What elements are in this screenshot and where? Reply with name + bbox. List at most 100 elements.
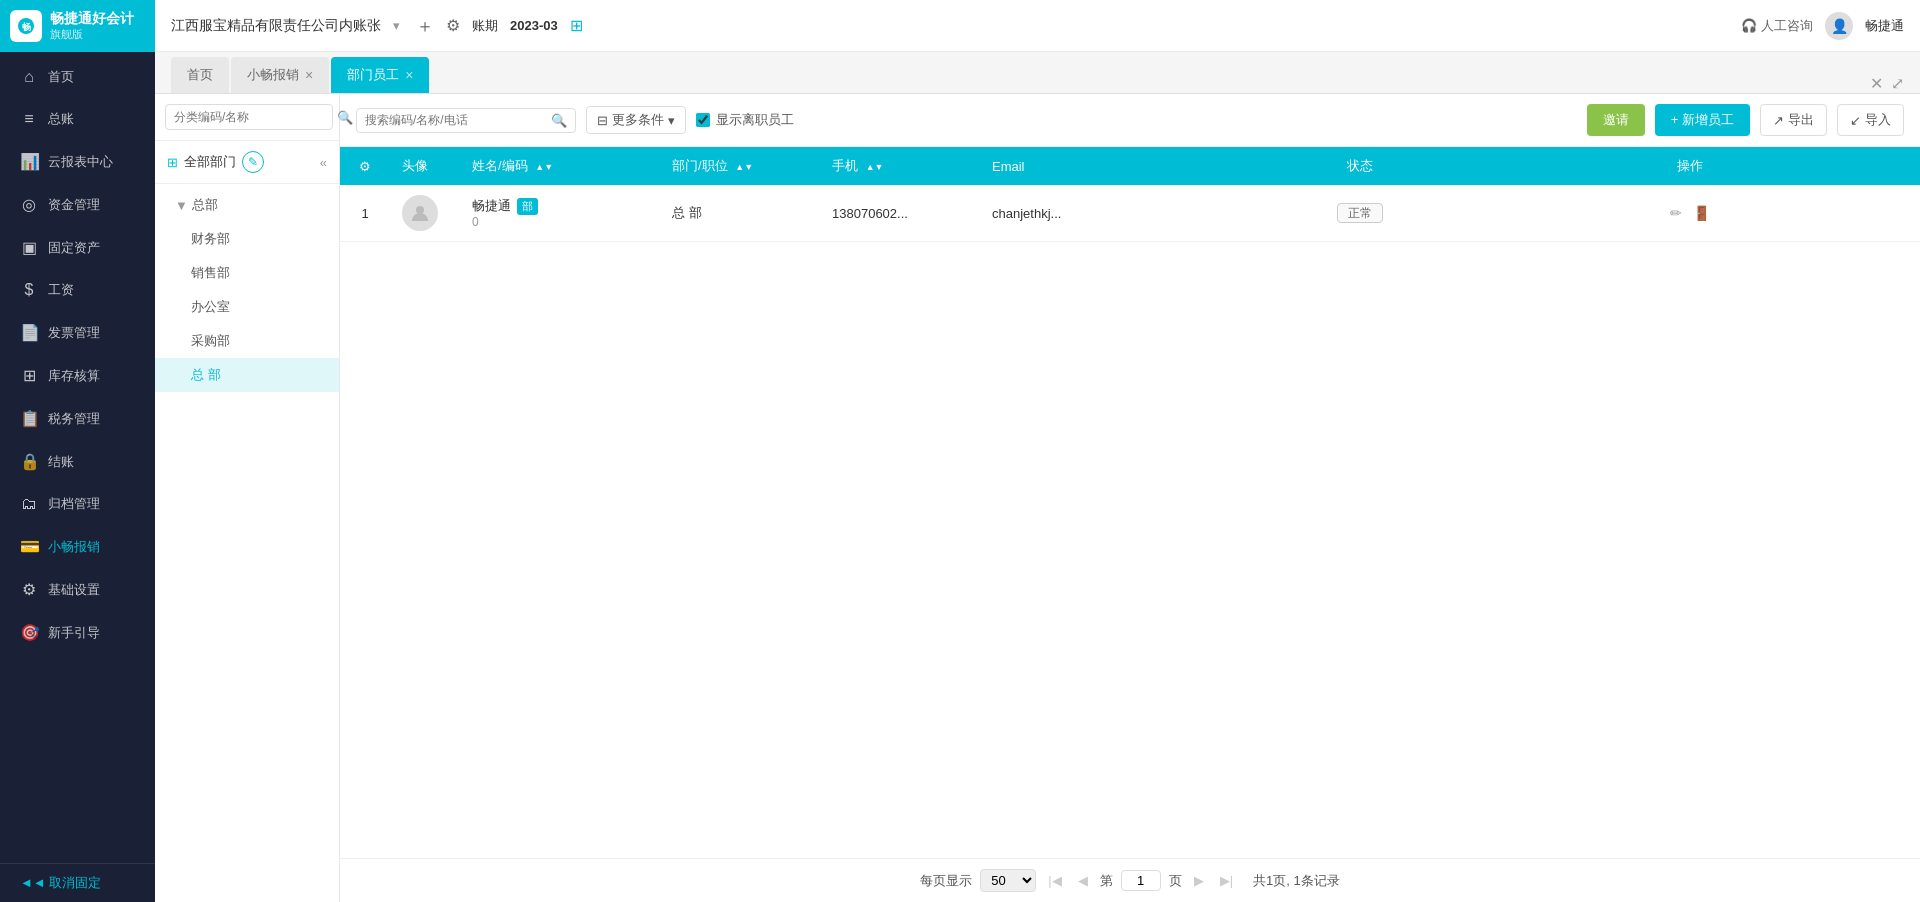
filter-label: 更多条件 — [612, 111, 664, 129]
sidebar-item-funds[interactable]: ◎ 资金管理 — [0, 183, 155, 226]
dept-sort-icon[interactable]: ▲▼ — [735, 162, 753, 172]
tax-icon: 📋 — [20, 409, 38, 428]
window-maximize-icon[interactable]: ⤢ — [1891, 74, 1904, 93]
company-dropdown-icon[interactable]: ▾ — [393, 18, 400, 33]
col-avatar: 头像 — [390, 147, 460, 185]
svg-point-2 — [416, 206, 424, 214]
close-module-icon: 🔒 — [20, 452, 38, 471]
add-employee-label: + 新增员工 — [1671, 111, 1734, 129]
employee-search-icon[interactable]: 🔍 — [551, 113, 567, 128]
invite-button[interactable]: 邀请 — [1587, 104, 1645, 136]
ledger-icon: ≡ — [20, 110, 38, 128]
page-number-input[interactable] — [1121, 870, 1161, 891]
sidebar-item-ledger[interactable]: ≡ 总账 — [0, 98, 155, 140]
sidebar-item-salary[interactable]: $ 工资 — [0, 269, 155, 311]
edit-employee-button[interactable]: ✏ — [1670, 205, 1682, 221]
dept-grid-icon: ⊞ — [167, 155, 178, 170]
salary-icon: $ — [20, 281, 38, 299]
customer-service-button[interactable]: 🎧 人工咨询 — [1741, 17, 1813, 35]
tabbar: 首页 小畅报销 × 部门员工 × ✕ ⤢ — [155, 52, 1920, 94]
tab-xiaochang[interactable]: 小畅报销 × — [231, 57, 329, 93]
col-phone[interactable]: 手机 ▲▼ — [820, 147, 980, 185]
sidebar-nav: ⌂ 首页 ≡ 总账 📊 云报表中心 ◎ 资金管理 ▣ 固定资产 $ 工资 📄 发… — [0, 52, 155, 863]
sidebar-item-reports[interactable]: 📊 云报表中心 — [0, 140, 155, 183]
last-page-button[interactable]: ▶| — [1216, 871, 1237, 890]
sidebar-item-tax[interactable]: 📋 税务管理 — [0, 397, 155, 440]
main-area: 江西服宝精品有限责任公司内账张 ▾ ＋ ⚙ 账期 2023-03 ⊞ 🎧 人工咨… — [155, 0, 1920, 902]
sidebar-label-invoice: 发票管理 — [48, 324, 100, 342]
show-resigned-checkbox[interactable]: 显示离职员工 — [696, 111, 794, 129]
row-dept-cell: 总 部 — [660, 185, 820, 242]
import-button[interactable]: ↙ 导入 — [1837, 104, 1904, 136]
all-dept-label: 全部部门 — [184, 153, 236, 171]
col-name[interactable]: 姓名/编码 ▲▼ — [460, 147, 660, 185]
period-value: 2023-03 — [510, 18, 558, 33]
next-page-button[interactable]: ▶ — [1190, 871, 1208, 890]
dept-tag: 部 — [517, 198, 538, 215]
tab-dept-close[interactable]: × — [405, 67, 413, 83]
col-settings-icon[interactable]: ⚙ — [340, 147, 390, 185]
more-filter-button[interactable]: ⊟ 更多条件 ▾ — [586, 106, 686, 134]
sidebar-item-assets[interactable]: ▣ 固定资产 — [0, 226, 155, 269]
dept-collapse-icon[interactable]: « — [320, 155, 327, 170]
sidebar-label-ledger: 总账 — [48, 110, 74, 128]
employee-code: 0 — [472, 215, 648, 229]
col-dept[interactable]: 部门/职位 ▲▼ — [660, 147, 820, 185]
sidebar-item-guide[interactable]: 🎯 新手引导 — [0, 611, 155, 654]
tab-dept[interactable]: 部门员工 × — [331, 57, 429, 93]
calendar-icon[interactable]: ⊞ — [570, 16, 583, 35]
prev-page-button[interactable]: ◀ — [1074, 871, 1092, 890]
first-page-button[interactable]: |◀ — [1044, 871, 1065, 890]
guide-icon: 🎯 — [20, 623, 38, 642]
all-dept-item[interactable]: ⊞ 全部部门 ✎ « — [155, 141, 339, 184]
sidebar-label-funds: 资金管理 — [48, 196, 100, 214]
sidebar-label-assets: 固定资产 — [48, 239, 100, 257]
sidebar-unpin-button[interactable]: ◄◄ 取消固定 — [0, 863, 155, 902]
tab-home[interactable]: 首页 — [171, 57, 229, 93]
dept-tree-caiwu[interactable]: 财务部 — [155, 222, 339, 256]
sidebar-label-xiaochang: 小畅报销 — [48, 538, 100, 556]
sidebar-item-archive[interactable]: 🗂 归档管理 — [0, 483, 155, 525]
add-tab-button[interactable]: ＋ — [416, 14, 434, 38]
sidebar-item-inventory[interactable]: ⊞ 库存核算 — [0, 354, 155, 397]
sidebar-label-archive: 归档管理 — [48, 495, 100, 513]
dept-panel: 🔍 ⊞ 全部部门 ✎ « ▼ 总部 财务部 销售部 办公室 采购部 总 部 — [155, 94, 340, 902]
export-button[interactable]: ↗ 导出 — [1760, 104, 1827, 136]
dept-tree-xiaoshou[interactable]: 销售部 — [155, 256, 339, 290]
settings-gear-icon[interactable]: ⚙ — [446, 16, 460, 35]
sidebar-item-home[interactable]: ⌂ 首页 — [0, 56, 155, 98]
logo-text: 畅捷通好会计 — [50, 10, 134, 27]
sidebar-item-invoice[interactable]: 📄 发票管理 — [0, 311, 155, 354]
dept-tree-bangongshi[interactable]: 办公室 — [155, 290, 339, 324]
sidebar-item-settings[interactable]: ⚙ 基础设置 — [0, 568, 155, 611]
sidebar-label-settings: 基础设置 — [48, 581, 100, 599]
employee-avatar — [402, 195, 438, 231]
inventory-icon: ⊞ — [20, 366, 38, 385]
sidebar-item-close[interactable]: 🔒 结账 — [0, 440, 155, 483]
tab-dept-label: 部门员工 — [347, 66, 399, 84]
logout-employee-button[interactable]: 🚪 — [1693, 205, 1710, 221]
dept-search-input[interactable] — [165, 104, 333, 130]
dept-tree-caigou[interactable]: 采购部 — [155, 324, 339, 358]
sidebar-label-reports: 云报表中心 — [48, 153, 113, 171]
sidebar-item-xiaochang[interactable]: 💳 小畅报销 — [0, 525, 155, 568]
row-status-cell: 正常 — [1260, 185, 1460, 242]
tab-xiaochang-close[interactable]: × — [305, 67, 313, 83]
add-employee-button[interactable]: + 新增员工 — [1655, 104, 1750, 136]
window-close-icon[interactable]: ✕ — [1870, 74, 1883, 93]
per-page-select[interactable]: 50 10 20 100 — [980, 869, 1036, 892]
sidebar-label-close: 结账 — [48, 453, 74, 471]
service-label: 人工咨询 — [1761, 17, 1813, 35]
settings-icon: ⚙ — [20, 580, 38, 599]
dept-tree-root[interactable]: ▼ 总部 — [155, 188, 339, 222]
row-action-cell: ✏ 🚪 — [1460, 185, 1920, 242]
employee-search-input[interactable] — [365, 113, 551, 127]
phone-sort-icon[interactable]: ▲▼ — [866, 162, 884, 172]
dept-tree-zongbu[interactable]: 总 部 — [155, 358, 339, 392]
row-phone-cell: 138070602... — [820, 185, 980, 242]
name-sort-icon[interactable]: ▲▼ — [535, 162, 553, 172]
col-action: 操作 — [1460, 147, 1920, 185]
dept-edit-button[interactable]: ✎ — [242, 151, 264, 173]
sidebar-label-salary: 工资 — [48, 281, 74, 299]
show-resigned-input[interactable] — [696, 113, 710, 127]
